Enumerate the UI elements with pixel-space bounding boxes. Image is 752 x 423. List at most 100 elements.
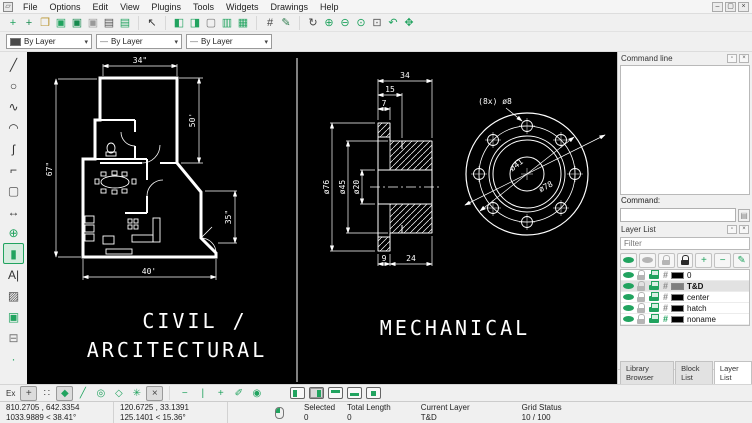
layer-visible-icon[interactable] [623,281,634,291]
float-dock-icon[interactable]: ▫ [727,225,737,234]
panel-add-icon[interactable]: ▦ [235,15,251,31]
layer-color-swatch[interactable] [671,283,684,290]
layer-visible-icon[interactable] [623,314,634,324]
zoom-out-icon[interactable]: ⊖ [337,15,353,31]
layer-print-icon[interactable] [649,292,660,302]
menu-drawings[interactable]: Drawings [264,1,314,13]
snap-settings-button[interactable]: ✐ [230,386,247,401]
snap-distance-button[interactable]: ✳ [128,386,145,401]
layer-row[interactable]: # center [621,292,749,303]
hide-all-layers-button[interactable] [639,253,656,268]
save-as-icon[interactable]: ▣ [69,15,85,31]
unlock-all-layers-button[interactable] [658,253,675,268]
print-preview-icon[interactable]: ▤ [117,15,133,31]
snap-intersection-button[interactable]: × [146,386,163,401]
add-layer-button[interactable]: + [695,253,712,268]
command-history[interactable] [620,65,750,195]
restrict-vertical-button[interactable]: | [194,386,211,401]
layer-construction-icon[interactable]: # [663,292,668,302]
menu-edit[interactable]: Edit [87,1,115,13]
layer-print-icon[interactable] [649,281,660,291]
layer-construction-icon[interactable]: # [663,270,668,280]
tab-block-list[interactable]: Block List [675,361,713,384]
zoom-auto-icon[interactable]: ⊙ [353,15,369,31]
lock-all-layers-button[interactable] [677,253,694,268]
tool-polyline-button[interactable]: ⌐ [3,159,24,180]
layer-print-icon[interactable] [649,303,660,313]
tool-arc-button[interactable]: ◠ [3,117,24,138]
layer-visible-icon[interactable] [623,292,634,302]
tool-hatch-button[interactable]: ▨ [3,285,24,306]
redraw-icon[interactable]: ↻ [305,15,321,31]
layer-color-swatch[interactable] [671,272,684,279]
snap-on-entity-button[interactable]: ╱ [74,386,91,401]
layer-print-icon[interactable] [649,270,660,280]
menu-file[interactable]: File [17,1,44,13]
command-input[interactable] [620,208,736,222]
dock-top-toggle[interactable] [328,387,343,399]
save-all-icon[interactable]: ▣ [85,15,101,31]
snap-grid-button[interactable]: ∷ [38,386,55,401]
menu-help[interactable]: Help [314,1,345,13]
tool-order-button[interactable]: ⊟ [3,327,24,348]
layer-row[interactable]: # noname [621,314,749,325]
close-button[interactable]: × [738,2,749,12]
layer-visible-icon[interactable] [623,270,634,280]
layer-lock-icon[interactable] [637,292,646,302]
pointer-icon[interactable]: ↖ [144,15,160,31]
tool-modify-button[interactable]: ⊕ [3,222,24,243]
line-width-dropdown[interactable]: — By Layer ▾ [96,34,182,49]
layer-lock-icon[interactable] [637,270,646,280]
layer-construction-icon[interactable]: # [663,281,668,291]
menu-options[interactable]: Options [44,1,87,13]
menu-plugins[interactable]: Plugins [145,1,187,13]
layer-construction-icon[interactable]: # [663,303,668,313]
snap-middle-button[interactable]: ◇ [110,386,127,401]
layer-row[interactable]: # 0 [621,270,749,281]
remove-layer-button[interactable]: − [714,253,731,268]
zoom-in-icon[interactable]: ⊕ [321,15,337,31]
tab-library-browser[interactable]: Library Browser [620,361,674,384]
dock-left-toggle[interactable] [290,387,305,399]
print-icon[interactable]: ▤ [101,15,117,31]
dock-bottom-toggle[interactable] [347,387,362,399]
drawing-canvas[interactable]: 34" 50' 67" 35" 40' CIVIL / ARCITECTURAL [27,52,617,384]
close-dock-icon[interactable]: × [739,225,749,234]
restrict-orthogonal-button[interactable]: + [212,386,229,401]
tool-block-button[interactable]: ▮ [3,243,24,264]
color-dropdown[interactable]: By Layer ▾ [6,34,92,49]
layer-visible-icon[interactable] [623,303,634,313]
minimize-button[interactable]: – [712,2,723,12]
command-options-button[interactable]: ▤ [738,209,750,222]
zoom-pan-icon[interactable]: ✥ [401,15,417,31]
open-file-icon[interactable]: ❐ [37,15,53,31]
float-dock-icon[interactable]: ▫ [727,54,737,63]
layer-row[interactable]: # T&D [621,281,749,292]
draft-mode-icon[interactable]: ✎ [278,15,294,31]
tool-point-button[interactable]: · [3,348,24,369]
edit-layer-button[interactable]: ✎ [733,253,750,268]
snap-endpoint-button[interactable]: ◆ [56,386,73,401]
tool-circle-button[interactable]: ○ [3,75,24,96]
close-dock-icon[interactable]: × [739,54,749,63]
dock-right-toggle[interactable] [309,387,324,399]
window-previous-icon[interactable]: ◧ [171,15,187,31]
layer-color-swatch[interactable] [671,305,684,312]
line-type-dropdown[interactable]: — By Layer ▾ [186,34,272,49]
menu-view[interactable]: View [114,1,145,13]
tool-text-button[interactable]: A| [3,264,24,285]
show-all-layers-button[interactable] [620,253,637,268]
snap-center-button[interactable]: ◎ [92,386,109,401]
new-file-icon[interactable]: + [5,15,21,31]
layer-print-icon[interactable] [649,314,660,324]
tool-freehand-button[interactable]: ʃ [3,138,24,159]
menu-widgets[interactable]: Widgets [220,1,265,13]
grid-toggle-icon[interactable]: # [262,15,278,31]
layer-construction-icon[interactable]: # [663,314,668,324]
panels-icon[interactable]: ▥ [219,15,235,31]
layer-lock-icon[interactable] [637,303,646,313]
set-relative-zero-button[interactable]: ◉ [248,386,265,401]
zoom-window-icon[interactable]: ⊡ [369,15,385,31]
save-icon[interactable]: ▣ [53,15,69,31]
tool-select-button[interactable]: ▢ [3,180,24,201]
